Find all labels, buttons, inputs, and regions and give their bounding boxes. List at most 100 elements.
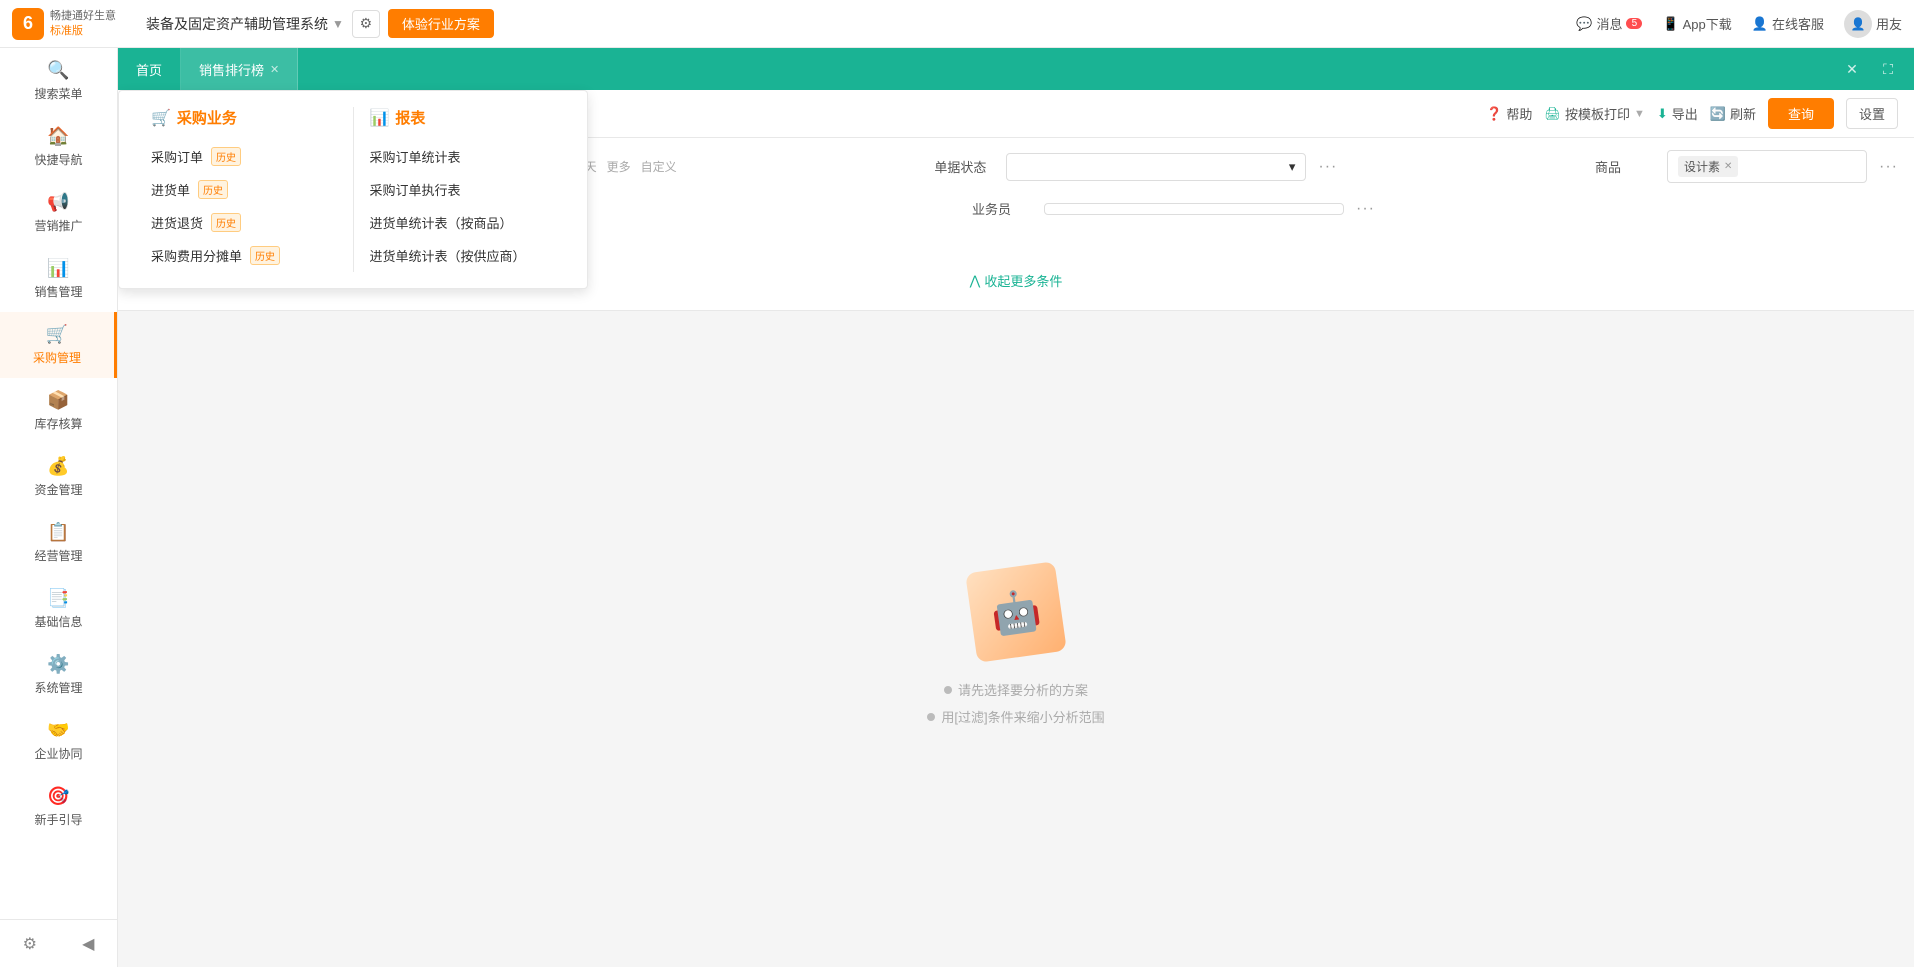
status-select[interactable]: ▾ xyxy=(1006,153,1306,181)
online-service-item[interactable]: 👤 在线客服 xyxy=(1752,14,1824,33)
query-button[interactable]: 查询 xyxy=(1768,98,1834,129)
top-header: 6 畅捷通好生意 标准版 装备及固定资产辅助管理系统 ▼ ⚙ 体验行业方案 💬 … xyxy=(0,0,1914,48)
main-layout: 🔍 搜索菜单 🏠 快捷导航 📢 营销推广 📊 销售管理 🛒 采购管理 📦 库存核… xyxy=(0,48,1914,967)
chevron-down-icon: ▼ xyxy=(332,17,344,31)
print-btn[interactable]: 🖨 按模板打印 ▼ xyxy=(1544,104,1644,123)
empty-illustration: 🤖 xyxy=(965,561,1067,663)
message-icon: 💬 xyxy=(1576,16,1592,32)
export-btn[interactable]: ⬇ 导出 xyxy=(1657,104,1698,123)
salesman-label: 业务员 xyxy=(972,199,1032,218)
menu-item-purchase-return[interactable]: 进货退货 历史 xyxy=(151,206,337,239)
basic-icon: 📑 xyxy=(47,588,69,609)
sidebar-item-marketing[interactable]: 📢 营销推广 xyxy=(0,180,117,246)
collapse-icon[interactable]: ◀ xyxy=(82,934,94,954)
status-label: 单据状态 xyxy=(934,157,994,176)
menu-item-purchase-order[interactable]: 采购订单 历史 xyxy=(151,140,337,173)
sidebar-item-guide[interactable]: 🎯 新手引导 xyxy=(0,774,117,840)
hist-tag: 历史 xyxy=(211,147,241,166)
status-more-dots[interactable]: ··· xyxy=(1318,158,1337,176)
system-title[interactable]: 装备及固定资产辅助管理系统 ▼ xyxy=(146,14,344,34)
sales-icon: 📊 xyxy=(47,258,69,279)
industry-btn[interactable]: 体验行业方案 xyxy=(388,9,494,38)
sidebar-item-basic[interactable]: 📑 基础信息 xyxy=(0,576,117,642)
sidebar-item-system[interactable]: ⚙️ 系统管理 xyxy=(0,642,117,708)
tab-actions: ✕ ⛶ xyxy=(1826,48,1914,90)
settings-icon[interactable]: ⚙ xyxy=(352,10,380,38)
purchase-section: 🛒 采购业务 采购订单 历史 进货单 历史 进货退货 历史 xyxy=(135,107,354,272)
system-icon: ⚙️ xyxy=(47,654,69,675)
sidebar-item-finance[interactable]: 💰 资金管理 xyxy=(0,444,117,510)
tab-close-window-icon[interactable]: ✕ xyxy=(1838,55,1866,83)
user-item[interactable]: 👤 用友 xyxy=(1844,10,1902,38)
menu-item-purchase-expense[interactable]: 采购费用分摊单 历史 xyxy=(151,239,337,272)
sidebar-item-sales[interactable]: 📊 销售管理 xyxy=(0,246,117,312)
sidebar-item-search[interactable]: 🔍 搜索菜单 xyxy=(0,48,117,114)
logo-icon: 6 xyxy=(12,8,44,40)
purchase-section-title: 🛒 采购业务 xyxy=(151,107,337,128)
purchase-section-icon: 🛒 xyxy=(151,108,171,128)
menu-item-inbound-by-goods[interactable]: 进货单统计表（按商品） xyxy=(370,206,556,239)
print-chevron-icon: ▼ xyxy=(1634,108,1645,120)
hist-tag: 历史 xyxy=(250,246,280,265)
menu-item-purchase-order-stat[interactable]: 采购订单统计表 xyxy=(370,140,556,173)
phone-icon: 📱 xyxy=(1662,16,1678,32)
logo-area: 6 畅捷通好生意 标准版 xyxy=(12,8,130,40)
goods-input[interactable]: 设计素 ✕ xyxy=(1667,150,1867,183)
app-download-item[interactable]: 📱 App下载 xyxy=(1662,14,1731,33)
tab-bar: 首页 销售排行榜 ✕ 🛒 采购业务 采购订单 历史 xyxy=(118,48,1914,90)
sidebar: 🔍 搜索菜单 🏠 快捷导航 📢 营销推广 📊 销售管理 🛒 采购管理 📦 库存核… xyxy=(0,48,118,967)
menu-item-purchase-in[interactable]: 进货单 历史 xyxy=(151,173,337,206)
operation-icon: 📋 xyxy=(47,522,69,543)
sidebar-item-purchase[interactable]: 🛒 采购管理 xyxy=(0,312,117,378)
salesman-input[interactable] xyxy=(1044,203,1344,215)
refresh-btn[interactable]: 🔄 刷新 xyxy=(1710,104,1756,123)
help-icon: ❓ xyxy=(1486,106,1502,122)
purchase-icon: 🛒 xyxy=(46,324,68,345)
settings-bottom-icon[interactable]: ⚙ xyxy=(23,934,37,954)
home-icon: 🏠 xyxy=(47,126,69,147)
tab-close-icon[interactable]: ✕ xyxy=(270,63,279,76)
dot-1 xyxy=(944,686,952,694)
goods-tag-close[interactable]: ✕ xyxy=(1724,161,1732,172)
print-icon: 🖨 xyxy=(1544,106,1561,122)
hist-tag: 历史 xyxy=(198,180,228,199)
empty-hint-1: 请先选择要分析的方案 xyxy=(944,680,1088,699)
service-icon: 👤 xyxy=(1752,16,1768,32)
salesman-more-dots[interactable]: ··· xyxy=(1356,200,1375,218)
hist-tag: 历史 xyxy=(211,213,241,232)
dropdown-menu: 🛒 采购业务 采购订单 历史 进货单 历史 进货退货 历史 xyxy=(118,90,588,289)
tab-sales-ranking[interactable]: 销售排行榜 ✕ xyxy=(181,48,298,90)
sidebar-item-operation[interactable]: 📋 经营管理 xyxy=(0,510,117,576)
message-badge: 5 xyxy=(1626,18,1642,29)
menu-item-purchase-order-exec[interactable]: 采购订单执行表 xyxy=(370,173,556,206)
header-middle: 装备及固定资产辅助管理系统 ▼ ⚙ 体验行业方案 xyxy=(130,9,1576,38)
empty-state: 🤖 请先选择要分析的方案 用[过滤]条件来缩小分析范围 xyxy=(118,311,1914,967)
goods-more-dots[interactable]: ··· xyxy=(1879,158,1898,176)
guide-icon: 🎯 xyxy=(47,786,69,807)
sidebar-bottom: ⚙ ◀ xyxy=(0,919,117,967)
marketing-icon: 📢 xyxy=(47,192,69,213)
content-area: 首页 销售排行榜 ✕ 🛒 采购业务 采购订单 历史 xyxy=(118,48,1914,967)
enterprise-icon: 🤝 xyxy=(47,720,69,741)
report-section-title: 📊 报表 xyxy=(370,107,556,128)
robot-icon: 🤖 xyxy=(988,585,1044,638)
refresh-icon: 🔄 xyxy=(1710,106,1726,122)
sidebar-item-nav[interactable]: 🏠 快捷导航 xyxy=(0,114,117,180)
inventory-icon: 📦 xyxy=(47,390,69,411)
menu-item-inbound-by-supplier[interactable]: 进货单统计表（按供应商） xyxy=(370,239,556,272)
finance-icon: 💰 xyxy=(47,456,69,477)
search-icon: 🔍 xyxy=(47,60,69,81)
tab-home[interactable]: 首页 xyxy=(118,48,181,90)
goods-tag: 设计素 ✕ xyxy=(1678,156,1738,177)
collapse-up-icon: ⋀ xyxy=(970,273,981,289)
messages-item[interactable]: 💬 消息 5 xyxy=(1576,14,1642,33)
tab-expand-icon[interactable]: ⛶ xyxy=(1874,55,1902,83)
sidebar-item-enterprise[interactable]: 🤝 企业协同 xyxy=(0,708,117,774)
help-btn[interactable]: ❓ 帮助 xyxy=(1486,104,1532,123)
logo-text: 畅捷通好生意 标准版 xyxy=(50,9,116,38)
sidebar-item-inventory[interactable]: 📦 库存核算 xyxy=(0,378,117,444)
report-section-icon: 📊 xyxy=(370,108,390,128)
chevron-down-status: ▾ xyxy=(1289,159,1296,175)
header-right: 💬 消息 5 📱 App下载 👤 在线客服 👤 用友 xyxy=(1576,10,1902,38)
settings-button[interactable]: 设置 xyxy=(1846,98,1898,129)
